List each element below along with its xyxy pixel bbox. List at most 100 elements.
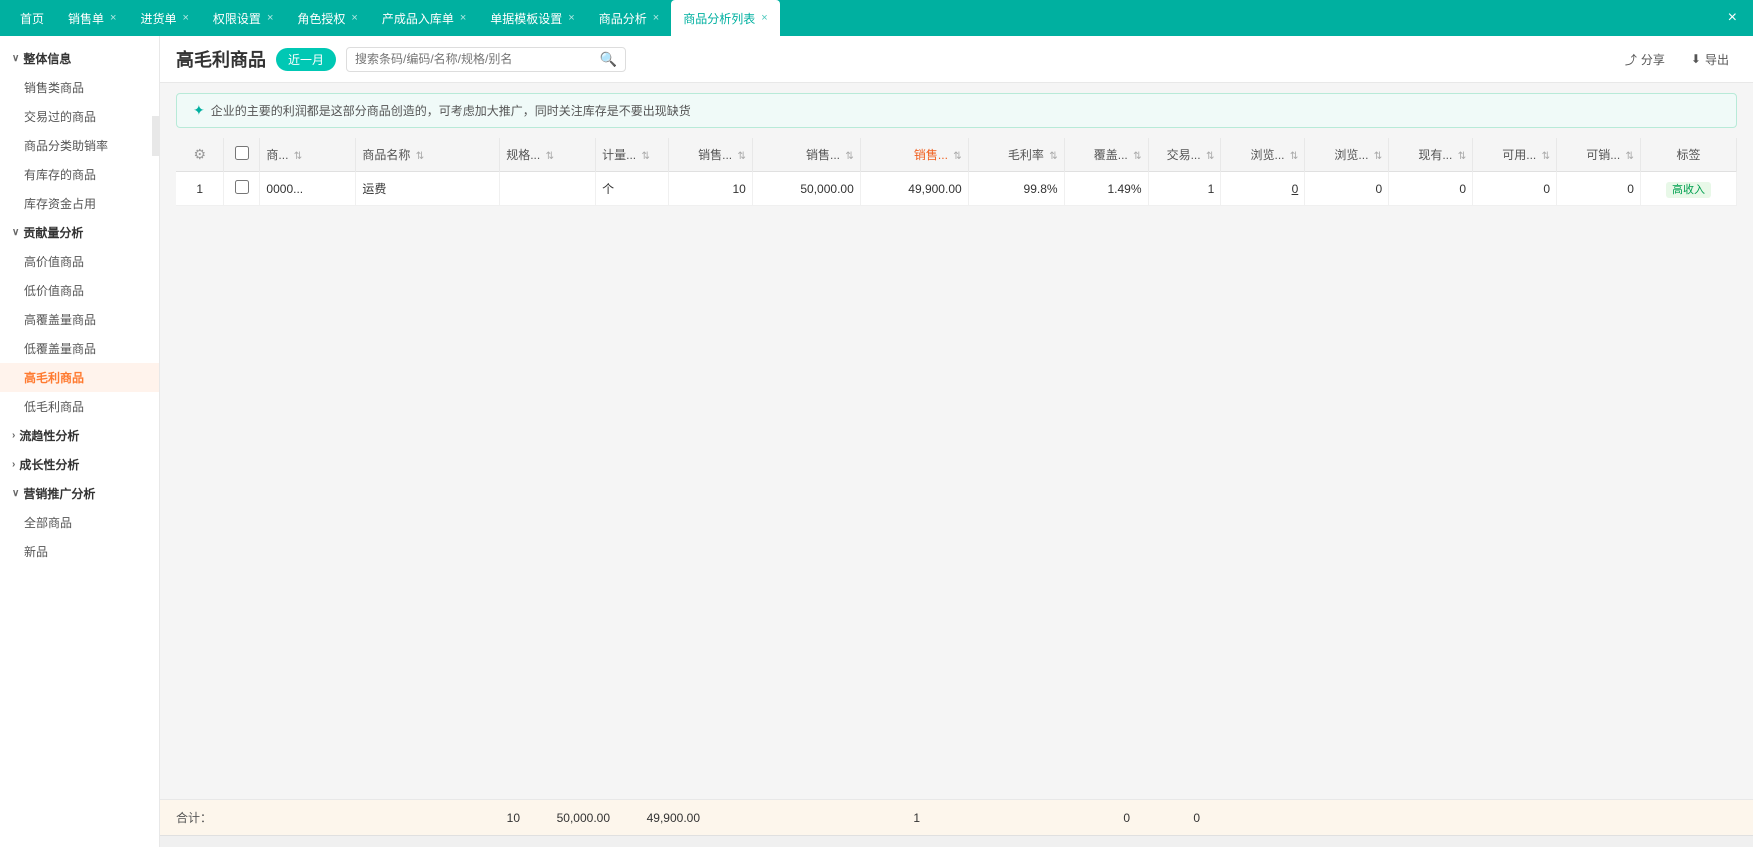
- sidebar-item-category-rate[interactable]: 商品分类助销率: [0, 131, 159, 160]
- close-purchase-order-icon[interactable]: ×: [182, 12, 188, 24]
- nav-sales-order[interactable]: 销售单 ×: [56, 0, 128, 36]
- sidebar-group-trend[interactable]: › 流趋性分析: [0, 421, 159, 450]
- col-header-sellable[interactable]: 可销... ⇅: [1557, 138, 1641, 172]
- page-title: 高毛利商品: [176, 46, 266, 72]
- row-browse2: 0: [1305, 172, 1389, 206]
- table-wrap: ⚙ 商... ⇅ 商品名称 ⇅: [160, 138, 1753, 799]
- sidebar-item-all-goods[interactable]: 全部商品: [0, 508, 159, 537]
- close-role-auth-icon[interactable]: ×: [351, 12, 357, 24]
- sidebar-item-traded-goods[interactable]: 交易过的商品: [0, 102, 159, 131]
- sidebar: 《 ∨ 整体信息 销售类商品 交易过的商品 商品分类助销率 有库存的商品 库存资…: [0, 36, 160, 847]
- col-header-sales-amount[interactable]: 销售... ⇅: [752, 138, 860, 172]
- footer-sales-profit: 49,900.00: [616, 811, 706, 825]
- close-product-analysis-icon[interactable]: ×: [653, 12, 659, 24]
- export-button[interactable]: ⬇ 导出: [1683, 47, 1737, 72]
- col-header-spec[interactable]: 规格... ⇅: [500, 138, 596, 172]
- sidebar-item-stock-capital[interactable]: 库存资金占用: [0, 189, 159, 218]
- col-sort-available-icon: ⇅: [1542, 151, 1550, 162]
- footer-available: 0: [1136, 811, 1206, 825]
- col-header-coverage[interactable]: 覆盖... ⇅: [1064, 138, 1148, 172]
- footer-total-label: 合计：: [176, 809, 256, 826]
- col-header-name[interactable]: 商品名称 ⇅: [356, 138, 500, 172]
- col-header-gross-rate[interactable]: 毛利率 ⇅: [968, 138, 1064, 172]
- row-coverage: 1.49%: [1064, 172, 1148, 206]
- close-sales-order-icon[interactable]: ×: [110, 12, 116, 24]
- sidebar-item-stock-goods[interactable]: 有库存的商品: [0, 160, 159, 189]
- col-header-sales-qty[interactable]: 销售... ⇅: [668, 138, 752, 172]
- nav-permission-settings[interactable]: 权限设置 ×: [201, 0, 285, 36]
- row-num: 1: [176, 172, 224, 206]
- row-spec: [500, 172, 596, 206]
- sidebar-group-overall-arrow: ∨: [12, 53, 19, 64]
- nav-product-analysis-list[interactable]: 商品分析列表 ×: [671, 0, 779, 36]
- sidebar-group-marketing[interactable]: ∨ 营销推广分析: [0, 479, 159, 508]
- search-input[interactable]: [355, 52, 600, 66]
- sidebar-item-low-value[interactable]: 低价值商品: [0, 276, 159, 305]
- nav-home[interactable]: 首页: [8, 0, 56, 36]
- nav-purchase-order[interactable]: 进货单 ×: [128, 0, 200, 36]
- col-sort-unit-icon: ⇅: [641, 151, 649, 162]
- col-header-settings[interactable]: ⚙: [176, 138, 224, 172]
- col-header-available[interactable]: 可用... ⇅: [1473, 138, 1557, 172]
- sidebar-item-sales-goods[interactable]: 销售类商品: [0, 73, 159, 102]
- footer-sales-amount: 50,000.00: [526, 811, 616, 825]
- sidebar-item-low-coverage[interactable]: 低覆盖量商品: [0, 334, 159, 363]
- close-all-button[interactable]: ×: [1720, 9, 1745, 27]
- horizontal-scrollbar[interactable]: [160, 835, 1753, 847]
- footer-empty-2: [706, 811, 866, 825]
- sidebar-item-low-margin[interactable]: 低毛利商品: [0, 392, 159, 421]
- row-browse1[interactable]: 0: [1221, 172, 1305, 206]
- select-all-checkbox[interactable]: [235, 146, 249, 160]
- close-product-warehouse-icon[interactable]: ×: [460, 12, 466, 24]
- sidebar-group-growth[interactable]: › 成长性分析: [0, 450, 159, 479]
- row-check[interactable]: [224, 172, 260, 206]
- nav-product-warehouse[interactable]: 产成品入库单 ×: [370, 0, 478, 36]
- col-sort-sellable-icon: ⇅: [1626, 151, 1634, 162]
- sidebar-collapse-button[interactable]: 《: [152, 116, 160, 156]
- browse1-link[interactable]: 0: [1292, 182, 1299, 196]
- col-header-browse2[interactable]: 浏览... ⇅: [1305, 138, 1389, 172]
- footer-cells: 10 50,000.00 49,900.00 1 0 0: [256, 811, 1737, 825]
- footer-empty-3: [926, 811, 1066, 825]
- nav-template-settings[interactable]: 单据模板设置 ×: [478, 0, 586, 36]
- close-template-settings-icon[interactable]: ×: [568, 12, 574, 24]
- col-header-sales-profit[interactable]: 销售... ⇅: [860, 138, 968, 172]
- col-sort-name-icon: ⇅: [416, 151, 424, 162]
- time-filter-button[interactable]: 近一月: [276, 48, 336, 71]
- col-header-unit[interactable]: 计量... ⇅: [596, 138, 669, 172]
- sidebar-item-new-goods[interactable]: 新品: [0, 537, 159, 566]
- row-available: 0: [1473, 172, 1557, 206]
- col-sort-coverage-icon: ⇅: [1133, 151, 1141, 162]
- col-header-trade[interactable]: 交易... ⇅: [1148, 138, 1221, 172]
- col-header-code[interactable]: 商... ⇅: [260, 138, 356, 172]
- share-icon: ⤴: [1625, 51, 1637, 68]
- close-product-analysis-list-icon[interactable]: ×: [761, 12, 767, 24]
- col-header-check[interactable]: [224, 138, 260, 172]
- nav-product-analysis[interactable]: 商品分析 ×: [587, 0, 671, 36]
- data-table: ⚙ 商... ⇅ 商品名称 ⇅: [176, 138, 1737, 206]
- col-header-browse1[interactable]: 浏览... ⇅: [1221, 138, 1305, 172]
- row-gross-rate: 99.8%: [968, 172, 1064, 206]
- sidebar-group-overall[interactable]: ∨ 整体信息: [0, 44, 159, 73]
- table-row: 1 0000... 运费 个 10 50,000.00 49,900.00 99…: [176, 172, 1737, 206]
- nav-role-auth[interactable]: 角色授权 ×: [285, 0, 369, 36]
- settings-icon[interactable]: ⚙: [193, 146, 206, 162]
- col-sort-current-stock-icon: ⇅: [1458, 151, 1466, 162]
- sidebar-item-high-margin[interactable]: 高毛利商品: [0, 363, 159, 392]
- close-permission-icon[interactable]: ×: [267, 12, 273, 24]
- row-tag: 高收入: [1640, 172, 1736, 206]
- sidebar-group-contribution[interactable]: ∨ 贡献量分析: [0, 218, 159, 247]
- content-header: 高毛利商品 近一月 🔍 ⤴ 分享 ⬇ 导出: [160, 36, 1753, 83]
- row-sales-profit: 49,900.00: [860, 172, 968, 206]
- col-header-tag[interactable]: 标签: [1640, 138, 1736, 172]
- sidebar-item-high-coverage[interactable]: 高覆盖量商品: [0, 305, 159, 334]
- share-button[interactable]: ⤴ 分享: [1617, 47, 1673, 72]
- col-header-current-stock[interactable]: 现有... ⇅: [1389, 138, 1473, 172]
- sidebar-item-high-value[interactable]: 高价值商品: [0, 247, 159, 276]
- content-area: 高毛利商品 近一月 🔍 ⤴ 分享 ⬇ 导出 ✦ 企业的主要的利润都是这部分商品创…: [160, 36, 1753, 847]
- col-sort-browse1-icon: ⇅: [1290, 151, 1298, 162]
- col-sort-sales-qty-icon: ⇅: [737, 151, 745, 162]
- row-checkbox[interactable]: [235, 180, 249, 194]
- row-name: 运费: [356, 172, 500, 206]
- row-trade: 1: [1148, 172, 1221, 206]
